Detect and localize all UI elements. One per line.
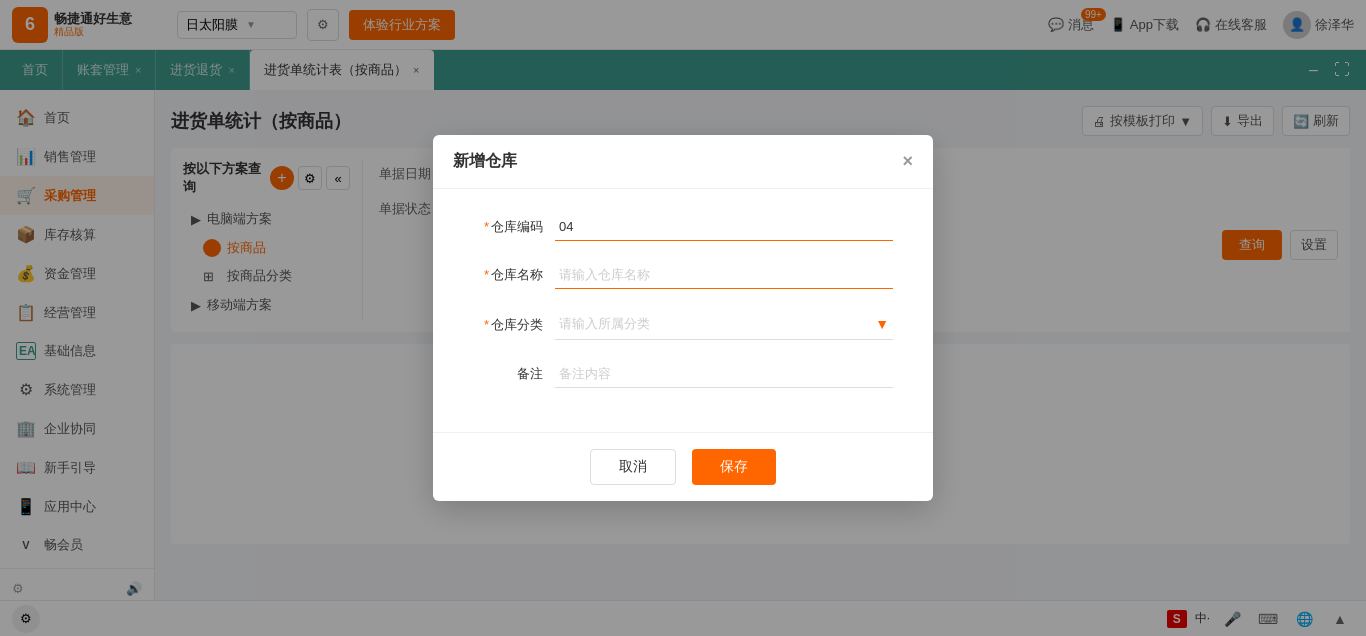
modal-footer: 取消 保存 xyxy=(433,432,933,501)
save-button[interactable]: 保存 xyxy=(692,449,776,485)
form-row-name: *仓库名称 xyxy=(473,261,893,289)
code-required-star: * xyxy=(484,219,489,234)
code-label: *仓库编码 xyxy=(473,218,543,236)
modal-overlay: 新增仓库 × *仓库编码 *仓库名称 *仓库分类 xyxy=(0,0,1366,636)
cancel-button[interactable]: 取消 xyxy=(590,449,676,485)
modal-close-button[interactable]: × xyxy=(902,151,913,172)
modal-title: 新增仓库 xyxy=(453,151,517,172)
warehouse-name-input[interactable] xyxy=(555,261,893,289)
category-dropdown-icon: ▼ xyxy=(875,316,889,332)
form-row-category: *仓库分类 请输入所属分类 ▼ xyxy=(473,309,893,340)
remark-input[interactable] xyxy=(555,360,893,388)
form-row-code: *仓库编码 xyxy=(473,213,893,241)
category-label: *仓库分类 xyxy=(473,316,543,334)
warehouse-code-input[interactable] xyxy=(555,213,893,241)
add-warehouse-modal: 新增仓库 × *仓库编码 *仓库名称 *仓库分类 xyxy=(433,135,933,501)
name-required-star: * xyxy=(484,267,489,282)
name-label: *仓库名称 xyxy=(473,266,543,284)
category-placeholder: 请输入所属分类 xyxy=(559,315,875,333)
modal-header: 新增仓库 × xyxy=(433,135,933,189)
category-required-star: * xyxy=(484,317,489,332)
remark-label: 备注 xyxy=(473,365,543,383)
warehouse-category-select[interactable]: 请输入所属分类 ▼ xyxy=(555,309,893,340)
form-row-remark: 备注 xyxy=(473,360,893,388)
modal-body: *仓库编码 *仓库名称 *仓库分类 请输入所属分类 ▼ xyxy=(433,189,933,432)
